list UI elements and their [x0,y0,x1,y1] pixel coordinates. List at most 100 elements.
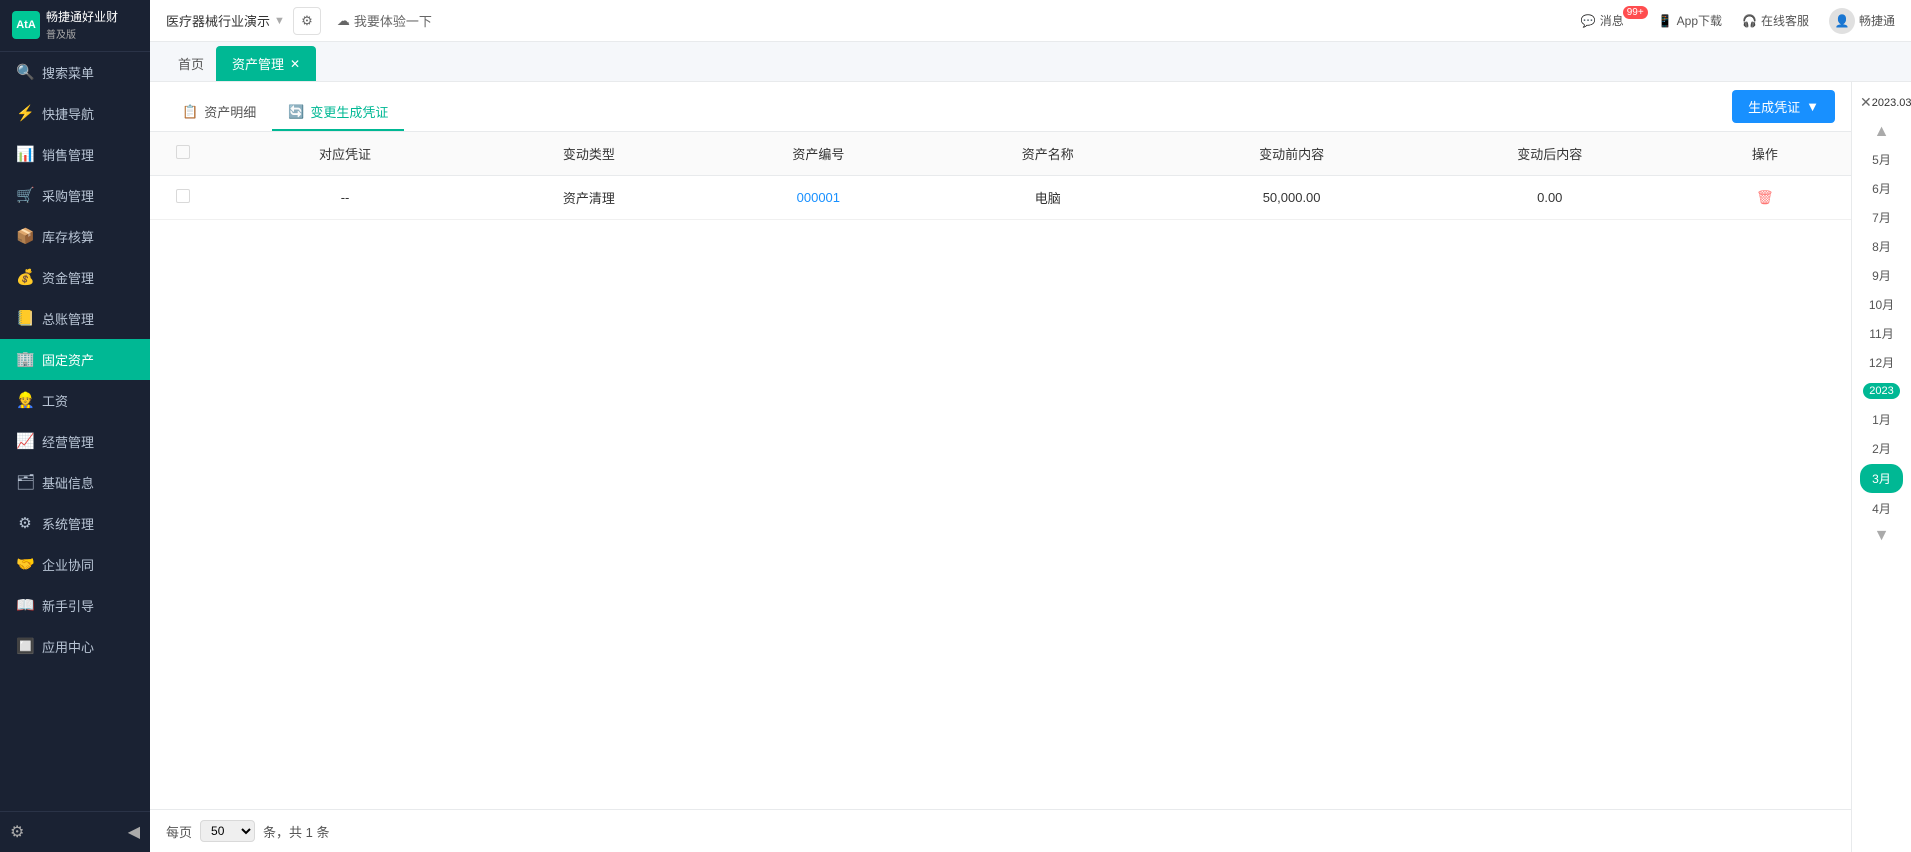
timeline-month-5[interactable]: 5月 [1852,145,1911,174]
headset-icon: 🎧 [1742,14,1757,28]
user-name: 畅捷通 [1859,12,1895,29]
tab-close-icon[interactable]: ✕ [290,57,300,71]
sidebar-item-finance[interactable]: 💰 资金管理 [0,257,150,298]
operations-icon: 📈 [16,432,34,450]
sidebar-item-sales[interactable]: 📊 销售管理 [0,134,150,175]
sidebar-nav: 🔍 搜索菜单 ⚡ 快捷导航 📊 销售管理 🛒 采购管理 📦 库存核算 💰 资金管… [0,52,150,811]
sidebar-item-purchase[interactable]: 🛒 采购管理 [0,175,150,216]
timeline-month-8[interactable]: 8月 [1852,232,1911,261]
sidebar-item-label: 工资 [42,391,68,410]
notifications-label: 消息 [1600,12,1624,29]
asset-table: 对应凭证 变动类型 资产编号 资产名称 变动前内容 变动后内容 操作 [150,132,1851,220]
settings-bottom-icon[interactable]: ⚙ [10,822,24,842]
app-name: 畅捷通好业财 [46,10,118,26]
company-name: 医疗器械行业演示 [166,11,270,30]
sidebar-item-operations[interactable]: 📈 经营管理 [0,421,150,462]
sidebar-item-payroll[interactable]: 👷 工资 [0,380,150,421]
notifications-button[interactable]: 💬 消息 99+ [1581,12,1638,29]
company-settings-button[interactable]: ⚙ [293,7,321,35]
sidebar-bottom: ⚙ ◀ [0,811,150,852]
change-voucher-icon: 🔄 [288,104,304,120]
subtab-change-voucher[interactable]: 🔄 变更生成凭证 [272,94,404,131]
sidebar-item-guide[interactable]: 📖 新手引导 [0,585,150,626]
row-checkbox[interactable] [176,189,190,203]
payroll-icon: 👷 [16,391,34,409]
timeline-down-arrow[interactable]: ▼ [1870,523,1894,549]
sidebar-logo: AtA 畅捷通好业财 普及版 [0,0,150,52]
right-panel-header: ✕ 2023.03 ⤢ [1852,90,1911,115]
user-menu[interactable]: 👤 畅捷通 [1829,8,1895,34]
generate-voucher-button[interactable]: 生成凭证 ▼ [1732,90,1835,123]
customer-service-button[interactable]: 🎧 在线客服 [1742,12,1809,29]
delete-icon[interactable]: 🗑 [1756,189,1774,205]
timeline-month-3[interactable]: 3月 [1860,464,1903,493]
sidebar-item-label: 销售管理 [42,145,94,164]
timeline-up-arrow[interactable]: ▲ [1870,119,1894,145]
sidebar-item-label: 搜索菜单 [42,63,94,82]
gear-icon: ⚙ [301,13,313,29]
sidebar-item-label: 应用中心 [42,637,94,656]
table-header-after: 变动后内容 [1421,132,1679,176]
subtab-asset-detail[interactable]: 📋 资产明细 [166,94,272,131]
company-selector[interactable]: 医疗器械行业演示 ▼ [166,11,285,30]
table-header-name: 资产名称 [933,132,1162,176]
sidebar-item-basic-info[interactable]: 🗂 基础信息 [0,462,150,503]
home-label: 首页 [178,57,204,72]
sidebar-item-quicknav[interactable]: ⚡ 快捷导航 [0,93,150,134]
total-label: 条，共 1 条 [263,822,329,841]
timeline-month-1[interactable]: 1月 [1852,405,1911,434]
timeline-month-11[interactable]: 11月 [1852,319,1911,348]
sidebar-item-fixed-assets[interactable]: 🏢 固定资产 [0,339,150,380]
table-header-before: 变动前内容 [1163,132,1421,176]
data-table: 对应凭证 变动类型 资产编号 资产名称 变动前内容 变动后内容 操作 [150,132,1851,809]
sidebar-item-system[interactable]: ⚙ 系统管理 [0,503,150,544]
tab-asset-management[interactable]: 资产管理 ✕ [216,46,316,81]
timeline-month-6[interactable]: 6月 [1852,174,1911,203]
main-content: 医疗器械行业演示 ▼ ⚙ ☁ 我要体验一下 💬 消息 99+ 📱 App下载 🎧… [150,0,1911,852]
inventory-icon: 📦 [16,227,34,245]
right-panel-title: 2023.03 [1872,97,1911,109]
timeline-month-10[interactable]: 10月 [1852,290,1911,319]
right-panel: ✕ 2023.03 ⤢ ▲ 5月 6月 7月 8月 9月 10月 11月 12月… [1851,82,1911,852]
finance-icon: 💰 [16,268,34,286]
sidebar-item-inventory[interactable]: 📦 库存核算 [0,216,150,257]
sidebar-item-app-center[interactable]: 🔲 应用中心 [0,626,150,667]
table-header-checkbox [150,132,216,176]
generate-arrow-icon: ▼ [1806,99,1819,114]
sidebar-item-search[interactable]: 🔍 搜索菜单 [0,52,150,93]
timeline-month-7[interactable]: 7月 [1852,203,1911,232]
basic-info-icon: 🗂 [16,473,34,491]
search-icon: 🔍 [16,63,34,81]
fixed-assets-icon: 🏢 [16,350,34,368]
collapse-icon[interactable]: ◀ [128,822,140,842]
sidebar: AtA 畅捷通好业财 普及版 🔍 搜索菜单 ⚡ 快捷导航 📊 销售管理 🛒 采购… [0,0,150,852]
sidebar-item-label: 基础信息 [42,473,94,492]
right-panel-close-icon[interactable]: ✕ [1860,94,1872,111]
per-page-select[interactable]: 50 10 20 100 [200,820,255,842]
experience-button[interactable]: ☁ 我要体验一下 [337,11,432,30]
sidebar-item-ledger[interactable]: 📒 总账管理 [0,298,150,339]
tab-active-label: 资产管理 [232,54,284,73]
sales-icon: 📊 [16,145,34,163]
subtab-label: 资产明细 [204,102,256,121]
year-badge: 2023 [1863,383,1899,399]
timeline-month-9[interactable]: 9月 [1852,261,1911,290]
row-after: 0.00 [1421,176,1679,220]
app-logo-icon: AtA [12,11,40,39]
row-checkbox-cell [150,176,216,220]
ledger-icon: 📒 [16,309,34,327]
timeline-month-12[interactable]: 12月 [1852,348,1911,377]
sidebar-item-label: 新手引导 [42,596,94,615]
quick-nav-icon: ⚡ [16,104,34,122]
timeline-month-4[interactable]: 4月 [1852,494,1911,523]
app-download-button[interactable]: 📱 App下载 [1658,12,1722,29]
sidebar-item-collab[interactable]: 🤝 企业协同 [0,544,150,585]
timeline-month-2[interactable]: 2月 [1852,434,1911,463]
sidebar-item-label: 资金管理 [42,268,94,287]
sidebar-item-label: 库存核算 [42,227,94,246]
avatar: 👤 [1829,8,1855,34]
sidebar-item-label: 系统管理 [42,514,94,533]
row-type: 资产清理 [474,176,703,220]
tab-home[interactable]: 首页 [166,46,216,81]
select-all-checkbox[interactable] [176,145,190,159]
